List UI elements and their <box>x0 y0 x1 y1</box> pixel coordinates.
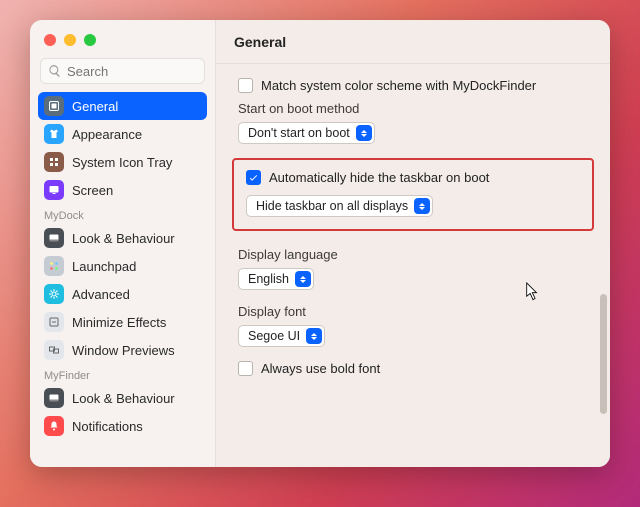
dropdown-caret-icon <box>356 125 372 141</box>
sidebar-item-notifications[interactable]: Notifications <box>38 412 207 440</box>
bold-font-label: Always use bold font <box>261 361 380 376</box>
sidebar-item-minimizeeff[interactable]: Minimize Effects <box>38 308 207 336</box>
preferences-window: General Appearance System Icon Tray Screen M… <box>30 20 610 467</box>
settings-icon <box>44 96 64 116</box>
sidebar-item-label: System Icon Tray <box>72 155 201 170</box>
dropdown-caret-icon <box>306 328 322 344</box>
gear-icon <box>44 284 64 304</box>
search-icon <box>48 64 62 78</box>
match-color-scheme-label: Match system color scheme with MyDockFin… <box>261 78 536 93</box>
boot-method-label: Start on boot method <box>238 101 588 116</box>
bold-font-row[interactable]: Always use bold font <box>238 361 588 376</box>
display-font-select[interactable]: Segoe UI <box>238 325 325 347</box>
sidebar-item-appearance[interactable]: Appearance <box>38 120 207 148</box>
close-window-button[interactable] <box>44 34 56 46</box>
sidebar-item-label: General <box>72 99 201 114</box>
windows-icon <box>44 340 64 360</box>
zoom-window-button[interactable] <box>84 34 96 46</box>
sidebar-item-launchpad[interactable]: Launchpad <box>38 252 207 280</box>
dock-icon <box>44 388 64 408</box>
sidebar-item-label: Appearance <box>72 127 201 142</box>
auto-hide-taskbar-label: Automatically hide the taskbar on boot <box>269 170 489 185</box>
sidebar-item-advanced[interactable]: Advanced <box>38 280 207 308</box>
window-controls <box>30 30 215 56</box>
bold-font-checkbox[interactable] <box>238 361 253 376</box>
sidebar-item-screen[interactable]: Screen <box>38 176 207 204</box>
sidebar-item-label: Advanced <box>72 287 201 302</box>
hide-taskbar-mode-select[interactable]: Hide taskbar on all displays <box>246 195 433 217</box>
display-language-label: Display language <box>238 247 588 262</box>
dock-icon <box>44 228 64 248</box>
content-area: General Match system color scheme with M… <box>216 20 610 467</box>
sidebar-item-label: Notifications <box>72 419 201 434</box>
sidebar-item-label: Screen <box>72 183 201 198</box>
search-wrapper <box>40 58 205 84</box>
dropdown-caret-icon <box>414 198 430 214</box>
display-language-value: English <box>248 272 289 286</box>
sidebar-item-label: Launchpad <box>72 259 201 274</box>
shirt-icon <box>44 124 64 144</box>
grid-icon <box>44 152 64 172</box>
bell-icon <box>44 416 64 436</box>
scrollbar-thumb[interactable] <box>600 294 607 414</box>
display-language-select[interactable]: English <box>238 268 314 290</box>
taskbar-highlight-box: Automatically hide the taskbar on boot H… <box>232 158 594 231</box>
sidebar-item-sysicontray[interactable]: System Icon Tray <box>38 148 207 176</box>
screen-icon <box>44 180 64 200</box>
sidebar: General Appearance System Icon Tray Screen M… <box>30 20 216 467</box>
display-language-group: Display language English <box>238 247 588 290</box>
minimize-window-button[interactable] <box>64 34 76 46</box>
sidebar-item-label: Look & Behaviour <box>72 231 201 246</box>
sidebar-item-lookbehaviour1[interactable]: Look & Behaviour <box>38 224 207 252</box>
sidebar-item-winpreviews[interactable]: Window Previews <box>38 336 207 364</box>
sidebar-item-label: Minimize Effects <box>72 315 201 330</box>
display-font-value: Segoe UI <box>248 329 300 343</box>
sidebar-item-label: Window Previews <box>72 343 201 358</box>
dropdown-caret-icon <box>295 271 311 287</box>
page-title: General <box>216 20 610 64</box>
hide-taskbar-mode-value: Hide taskbar on all displays <box>256 199 408 213</box>
sidebar-section-label: MyFinder <box>38 364 207 384</box>
display-font-label: Display font <box>238 304 588 319</box>
launchpad-icon <box>44 256 64 276</box>
match-color-scheme-checkbox[interactable] <box>238 78 253 93</box>
sidebar-list: General Appearance System Icon Tray Screen M… <box>30 92 215 467</box>
search-input[interactable] <box>40 58 205 84</box>
boot-method-group: Start on boot method Don't start on boot <box>238 101 588 144</box>
boot-method-value: Don't start on boot <box>248 126 350 140</box>
boot-method-select[interactable]: Don't start on boot <box>238 122 375 144</box>
minimize-icon <box>44 312 64 332</box>
settings-pane: Match system color scheme with MyDockFin… <box>216 64 610 467</box>
match-color-scheme-row[interactable]: Match system color scheme with MyDockFin… <box>238 78 588 93</box>
display-font-group: Display font Segoe UI <box>238 304 588 347</box>
auto-hide-taskbar-row[interactable]: Automatically hide the taskbar on boot <box>246 170 580 185</box>
sidebar-section-label: MyDock <box>38 204 207 224</box>
sidebar-item-general[interactable]: General <box>38 92 207 120</box>
sidebar-item-lookbehaviour2[interactable]: Look & Behaviour <box>38 384 207 412</box>
auto-hide-taskbar-checkbox[interactable] <box>246 170 261 185</box>
sidebar-item-label: Look & Behaviour <box>72 391 201 406</box>
